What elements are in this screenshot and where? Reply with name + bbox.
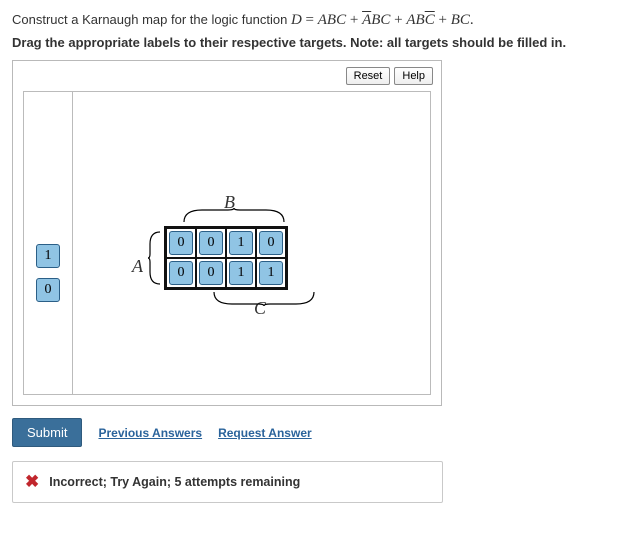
palette-tile-1[interactable]: 1 [36,244,60,268]
palette-divider [72,92,73,394]
work-area: Reset Help 1 0 B A C 0 0 1 0 0 [12,60,442,406]
kmap-cell[interactable]: 1 [256,258,286,288]
toolbar: Reset Help [346,67,433,85]
prompt-lead: Construct a Karnaugh map for the logic f… [12,12,291,27]
label-a: A [132,256,143,277]
kmap-cell[interactable]: 0 [166,228,196,258]
cell-tile[interactable]: 0 [259,231,283,255]
bracket-c [212,290,316,306]
reset-button[interactable]: Reset [346,67,391,85]
bracket-b [182,208,286,224]
submit-button[interactable]: Submit [12,418,82,447]
cell-tile[interactable]: 0 [199,231,223,255]
feedback-box: ✖ Incorrect; Try Again; 5 attempts remai… [12,461,443,503]
kmap-cell[interactable]: 1 [226,258,256,288]
previous-answers-link[interactable]: Previous Answers [98,426,202,440]
feedback-text: Incorrect; Try Again; 5 attempts remaini… [49,475,300,489]
cell-tile[interactable]: 0 [169,261,193,285]
question-prompt: Construct a Karnaugh map for the logic f… [12,12,630,29]
cell-tile[interactable]: 1 [229,231,253,255]
kmap-cell[interactable]: 0 [166,258,196,288]
canvas: 1 0 B A C 0 0 1 0 0 0 1 1 [23,91,431,395]
incorrect-icon: ✖ [25,472,39,492]
kmap-cell[interactable]: 0 [256,228,286,258]
cell-tile[interactable]: 1 [259,261,283,285]
equation: D = ABC + ABC + ABC + BC. [291,12,474,28]
kmap-cell[interactable]: 0 [196,258,226,288]
bracket-a [148,230,162,286]
request-answer-link[interactable]: Request Answer [218,426,312,440]
kmap-cell[interactable]: 1 [226,228,256,258]
drag-instruction: Drag the appropriate labels to their res… [12,35,630,50]
palette-tile-0[interactable]: 0 [36,278,60,302]
kmap-grid: 0 0 1 0 0 0 1 1 [164,226,288,290]
cell-tile[interactable]: 0 [199,261,223,285]
actions: Submit Previous Answers Request Answer [12,418,630,447]
kmap-cell[interactable]: 0 [196,228,226,258]
help-button[interactable]: Help [394,67,433,85]
cell-tile[interactable]: 1 [229,261,253,285]
cell-tile[interactable]: 0 [169,231,193,255]
